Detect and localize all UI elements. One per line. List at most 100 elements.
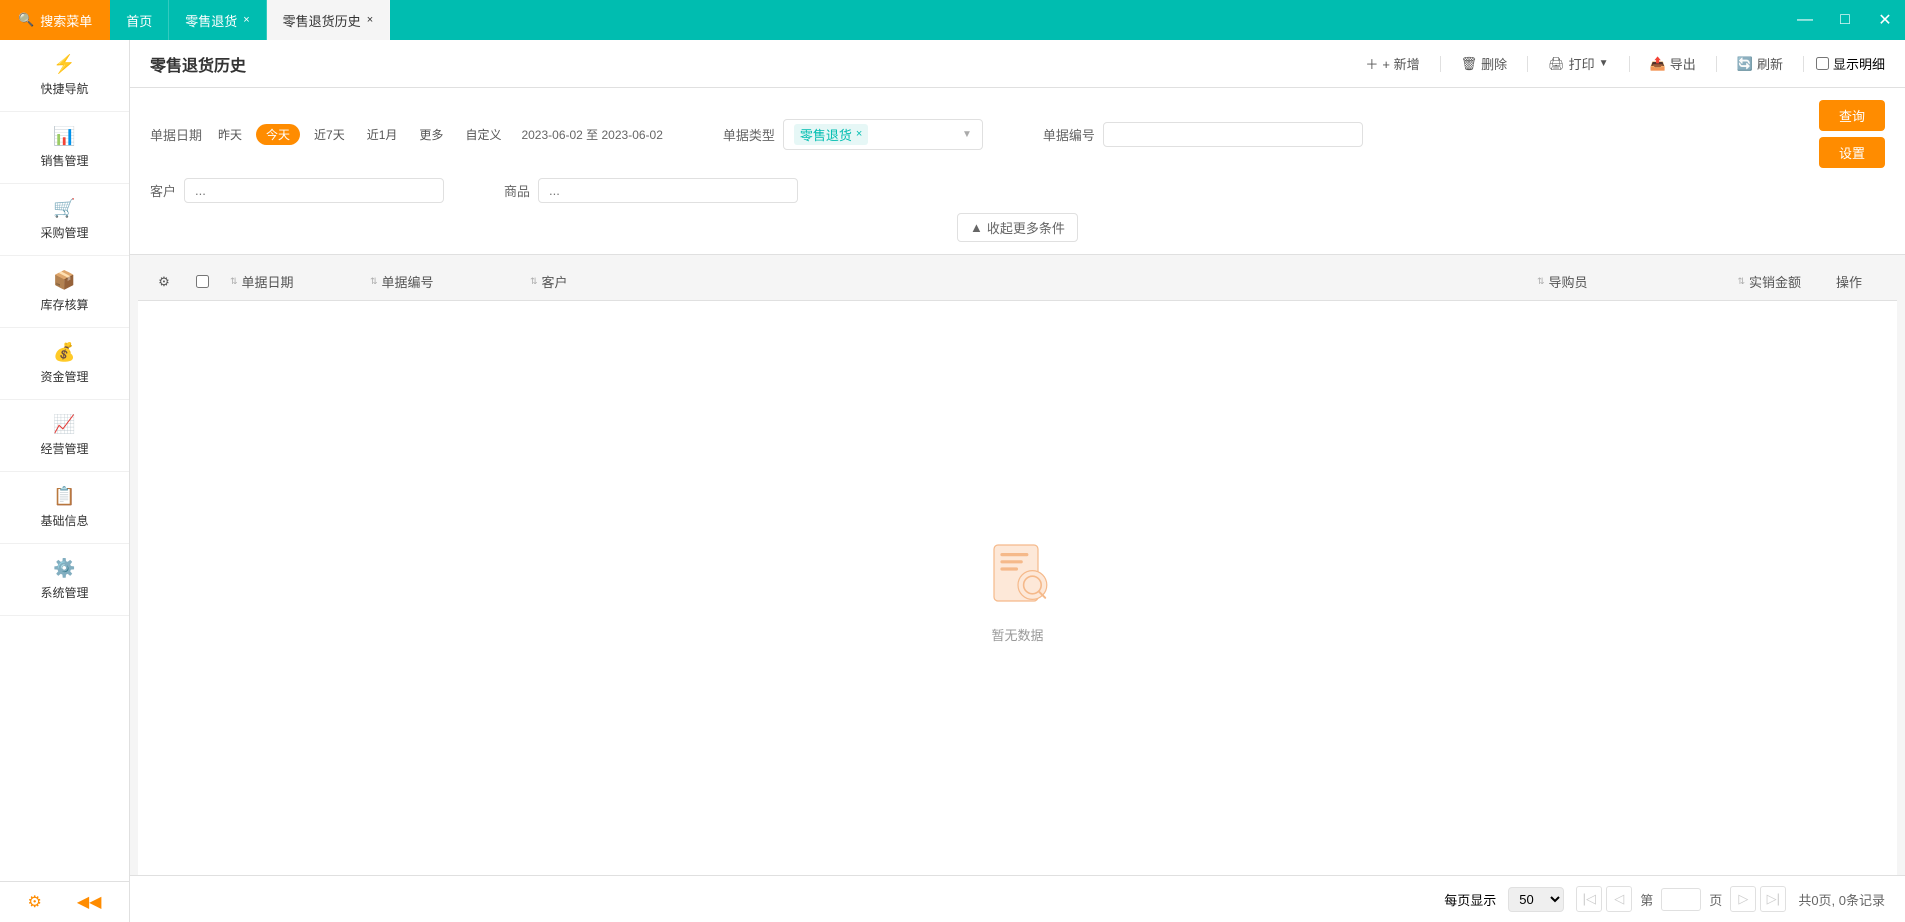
- show-detail-checkbox[interactable]: [1816, 57, 1829, 70]
- per-page-select[interactable]: 10 20 50 100: [1508, 887, 1564, 912]
- tab-retail-return-history-label: 零售退货历史: [283, 11, 361, 30]
- tab-home-label: 首页: [126, 11, 152, 30]
- tab-retail-return-history-close[interactable]: ×: [367, 14, 373, 26]
- sidebar-item-inventory[interactable]: 📦 库存核算: [0, 256, 129, 328]
- goods-label: 商品: [504, 181, 530, 200]
- th-amount-sort-icon: ⇅: [1737, 276, 1745, 287]
- filter-area: 单据日期 昨天 今天 近7天 近1月 更多 自定义 2023-06-02 至 2…: [130, 88, 1905, 255]
- sidebar-item-finance[interactable]: 💰 资金管理: [0, 328, 129, 400]
- finance-icon: 💰: [53, 342, 75, 363]
- sidebar-item-quick-nav[interactable]: ⚡ 快捷导航: [0, 40, 129, 112]
- sidebar-item-purchase-mgmt[interactable]: 🛒 采购管理: [0, 184, 129, 256]
- date-yesterday-btn[interactable]: 昨天: [210, 124, 250, 145]
- sidebar-item-operations-label: 经营管理: [40, 440, 88, 457]
- print-label: 打印: [1569, 54, 1595, 73]
- show-detail-label: 显示明细: [1833, 54, 1885, 73]
- th-guide-label: 导购员: [1549, 272, 1588, 291]
- minimize-button[interactable]: —: [1785, 0, 1825, 40]
- doc-num-label: 单据编号: [1043, 125, 1095, 144]
- refresh-button[interactable]: 🔄 刷新: [1729, 50, 1791, 77]
- sidebar-item-sales-mgmt[interactable]: 📊 销售管理: [0, 112, 129, 184]
- doc-type-dropdown-icon: ▼: [962, 129, 972, 140]
- first-page-button[interactable]: |◁: [1576, 886, 1602, 912]
- th-date[interactable]: ⇅ 单据日期: [222, 272, 362, 291]
- page-unit: 页: [1709, 890, 1722, 909]
- table-settings-icon[interactable]: ⚙: [146, 274, 182, 290]
- refresh-icon: 🔄: [1737, 56, 1753, 72]
- collapse-label: 收起更多条件: [987, 218, 1065, 237]
- th-num[interactable]: ⇅ 单据编号: [362, 272, 522, 291]
- collapse-icon: ▲: [970, 220, 983, 235]
- customer-input[interactable]: [184, 178, 444, 203]
- date-more-btn[interactable]: 更多: [411, 124, 451, 145]
- page-input[interactable]: 1: [1661, 888, 1701, 911]
- goods-input[interactable]: [538, 178, 798, 203]
- print-button[interactable]: 🖨 打印 ▼: [1540, 50, 1616, 77]
- sidebar-item-quick-nav-label: 快捷导航: [40, 80, 88, 97]
- search-icon: 🔍: [18, 12, 34, 28]
- doc-type-tag-remove[interactable]: ×: [856, 128, 862, 140]
- total-info: 共0页, 0条记录: [1798, 890, 1885, 909]
- th-customer-label: 客户: [542, 272, 568, 291]
- tab-retail-return-label: 零售退货: [185, 11, 237, 30]
- new-label: + 新增: [1382, 54, 1419, 73]
- quick-nav-icon: ⚡: [53, 54, 75, 75]
- th-actions: 操作: [1809, 272, 1889, 291]
- query-button[interactable]: 查询: [1819, 100, 1885, 131]
- close-button[interactable]: ✕: [1865, 0, 1905, 40]
- inventory-icon: 📦: [53, 270, 75, 291]
- th-customer-sort-icon: ⇅: [530, 276, 538, 287]
- maximize-button[interactable]: □: [1825, 0, 1865, 40]
- th-guide[interactable]: ⇅ 导购员: [1529, 272, 1689, 291]
- sidebar-bottom: ⚙ ◀◀: [0, 881, 129, 922]
- date-custom-btn[interactable]: 自定义: [457, 124, 509, 145]
- last-page-button[interactable]: ▷|: [1760, 886, 1786, 912]
- customer-filter-group: 客户: [150, 178, 444, 203]
- top-bar: 🔍 搜索菜单 首页 零售退货 × 零售退货历史 × — □ ✕: [0, 0, 1905, 40]
- export-label: 导出: [1670, 54, 1696, 73]
- settings-bottom-button[interactable]: ⚙: [28, 892, 42, 912]
- table-select-all[interactable]: [182, 275, 222, 288]
- doc-type-select[interactable]: 零售退货 × ▼: [783, 119, 983, 150]
- search-menu-button[interactable]: 🔍 搜索菜单: [0, 0, 110, 40]
- sidebar-item-basic-info[interactable]: 📋 基础信息: [0, 472, 129, 544]
- sidebar-item-inventory-label: 库存核算: [40, 296, 88, 313]
- th-date-label: 单据日期: [242, 272, 294, 291]
- query-settings-btns: 查询 设置: [1819, 100, 1885, 168]
- prev-page-button[interactable]: ◁: [1606, 886, 1632, 912]
- th-actions-label: 操作: [1836, 272, 1862, 291]
- doc-num-input[interactable]: [1103, 122, 1363, 147]
- sidebar-item-purchase-mgmt-label: 采购管理: [40, 224, 88, 241]
- date-today-btn[interactable]: 今天: [256, 124, 300, 145]
- table-container: ⚙ ⇅ 单据日期 ⇅ 单据编号 ⇅ 客户 ⇅ 导购员: [138, 263, 1897, 875]
- sidebar-item-sales-mgmt-label: 销售管理: [40, 152, 88, 169]
- tab-home[interactable]: 首页: [110, 0, 169, 40]
- new-button[interactable]: ＋ + 新增: [1357, 50, 1427, 77]
- tab-retail-return-close[interactable]: ×: [243, 14, 249, 26]
- next-page-button[interactable]: ▷: [1730, 886, 1756, 912]
- tab-retail-return[interactable]: 零售退货 ×: [169, 0, 266, 40]
- export-button[interactable]: 📤 导出: [1642, 50, 1704, 77]
- volume-bottom-button[interactable]: ◀◀: [77, 892, 102, 912]
- delete-button[interactable]: 🗑 删除: [1453, 50, 1516, 77]
- settings-button[interactable]: 设置: [1819, 137, 1885, 168]
- th-num-label: 单据编号: [382, 272, 434, 291]
- date-last-month-btn[interactable]: 近1月: [359, 124, 406, 145]
- date-filters: 昨天 今天 近7天 近1月 更多 自定义: [210, 124, 509, 145]
- export-icon: 📤: [1650, 56, 1666, 72]
- sidebar-item-sys-mgmt[interactable]: ⚙️ 系统管理: [0, 544, 129, 616]
- collapse-button[interactable]: ▲ 收起更多条件: [957, 213, 1078, 242]
- tab-retail-return-history[interactable]: 零售退货历史 ×: [267, 0, 390, 40]
- page-label: 第: [1640, 890, 1653, 909]
- sidebar-item-sys-mgmt-label: 系统管理: [40, 584, 88, 601]
- doc-type-tag: 零售退货 ×: [794, 124, 868, 145]
- th-customer[interactable]: ⇅ 客户: [522, 272, 1529, 291]
- empty-text: 暂无数据: [991, 625, 1043, 644]
- basic-info-icon: 📋: [53, 486, 75, 507]
- show-detail-checkbox-label[interactable]: 显示明细: [1816, 54, 1885, 73]
- select-all-checkbox[interactable]: [196, 275, 209, 288]
- th-amount[interactable]: ⇅ 实销金额: [1689, 272, 1809, 291]
- sidebar-item-operations[interactable]: 📈 经营管理: [0, 400, 129, 472]
- date-last7-btn[interactable]: 近7天: [306, 124, 353, 145]
- pagination: 每页显示 10 20 50 100 |◁ ◁ 第 1 页 ▷ ▷| 共0页, 0…: [130, 875, 1905, 922]
